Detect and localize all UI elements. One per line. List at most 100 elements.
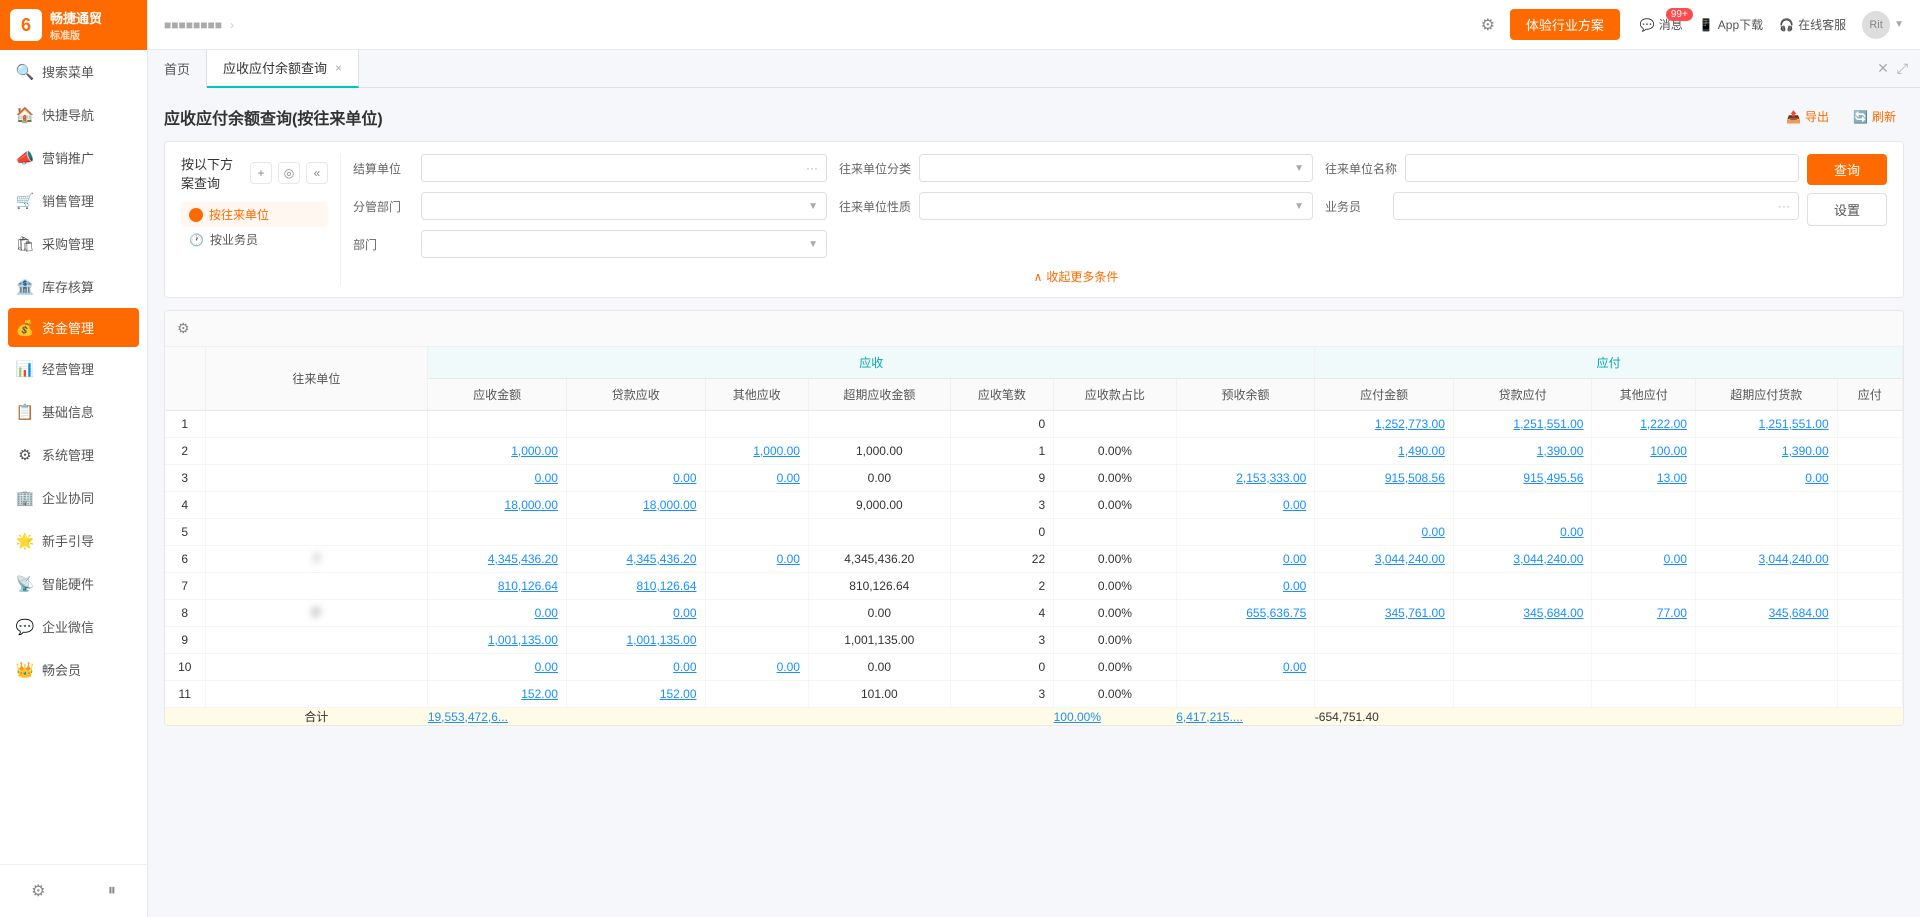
edit-scheme-btn[interactable]: ◎ [278,162,300,184]
table-cell[interactable]: 3 [950,681,1053,708]
messages-btn[interactable]: 💬 消息 99+ [1640,16,1683,33]
table-wrapper[interactable]: 往来单位 应收 应付 应收金额 贷款应收 其他应收 超期应收金额 应收笔数 应收… [165,347,1903,725]
category-input[interactable]: ▼ [919,154,1313,182]
table-cell[interactable]: 0.00 [1176,573,1315,600]
table-cell[interactable]: 13.00 [1592,465,1695,492]
table-cell[interactable]: 2 [950,573,1053,600]
filter-tab-by-unit[interactable]: 按往来单位 [181,202,328,227]
table-cell[interactable]: 152.00 [566,681,705,708]
prev-scheme-btn[interactable]: « [306,162,328,184]
table-cell[interactable]: 1,222.00 [1592,411,1695,438]
table-cell[interactable]: 1,001,135.00 [566,627,705,654]
unit-name-input[interactable] [1405,154,1799,182]
table-cell[interactable]: 0.00 [705,546,808,573]
query-button[interactable]: 查询 [1807,154,1887,185]
table-cell[interactable]: 3,044,240.00 [1453,546,1592,573]
sidebar-item-purchase[interactable]: 🛍 采购管理 [0,222,147,265]
add-scheme-btn[interactable]: + [250,162,272,184]
total-ar-amount[interactable]: 19,553,472,6... [428,708,567,726]
filter-tab-by-salesperson[interactable]: 🕐 按业务员 [181,227,328,252]
table-cell[interactable]: 0 [950,519,1053,546]
table-cell[interactable]: 0.00 [1315,519,1454,546]
table-cell[interactable]: 1,251,551.00 [1695,411,1837,438]
user-avatar-area[interactable]: Rit ▼ [1862,11,1904,39]
table-cell[interactable]: 4,345,436.20 [566,546,705,573]
table-cell[interactable]: 22 [950,546,1053,573]
table-cell[interactable]: 0.00 [1453,519,1592,546]
table-cell[interactable]: 0.00 [705,465,808,492]
table-cell[interactable]: 0.00 [566,465,705,492]
sidebar-item-enterprise[interactable]: 🏢 企业协同 [0,476,147,519]
nature-input[interactable]: ▼ [919,192,1313,220]
table-cell[interactable]: 0.00 [705,654,808,681]
sidebar-item-system[interactable]: ⚙ 系统管理 [0,433,147,476]
table-cell[interactable]: 77.00 [1592,600,1695,627]
table-cell[interactable]: 0.00 [428,465,567,492]
table-cell[interactable]: 0.00 [566,654,705,681]
sidebar-item-operation[interactable]: 📊 经营管理 [0,347,147,390]
table-cell[interactable]: 1,390.00 [1453,438,1592,465]
table-cell[interactable]: 0 [950,654,1053,681]
tab-close-icon[interactable]: × [335,61,342,75]
table-cell[interactable]: 345,684.00 [1695,600,1837,627]
total-ar-prepay[interactable]: 6,417,215.... [1176,708,1315,726]
tab-receivable[interactable]: 应收应付余额查询 × [207,50,359,88]
table-cell[interactable]: 0.00 [428,600,567,627]
sidebar-item-marketing[interactable]: 📣 营销推广 [0,136,147,179]
table-cell[interactable]: 152.00 [428,681,567,708]
table-cell[interactable]: 3 [950,492,1053,519]
table-cell[interactable]: 0.00 [1176,546,1315,573]
window-close-icon[interactable]: ✕ [1877,60,1889,77]
sidebar-item-member[interactable]: 👑 畅会员 [0,648,147,691]
table-cell[interactable]: 1,390.00 [1695,438,1837,465]
app-download-btn[interactable]: 📱 App下载 [1699,16,1763,33]
table-cell[interactable]: 810,126.64 [566,573,705,600]
table-settings-icon[interactable]: ⚙ [177,320,190,337]
table-cell[interactable]: 3,044,240.00 [1695,546,1837,573]
table-cell[interactable]: 3 [950,627,1053,654]
table-cell[interactable]: 915,508.56 [1315,465,1454,492]
table-cell[interactable]: 18,000.00 [428,492,567,519]
table-cell[interactable]: 0.00 [566,600,705,627]
table-cell[interactable]: 18,000.00 [566,492,705,519]
table-cell[interactable]: 345,684.00 [1453,600,1592,627]
table-cell[interactable]: 1,000.00 [705,438,808,465]
table-cell[interactable]: 1,001,135.00 [428,627,567,654]
settings-icon[interactable]: ⚙ [1474,11,1502,39]
table-cell[interactable]: 0.00 [1176,654,1315,681]
dept2-input[interactable]: ▼ [421,230,827,258]
online-service-btn[interactable]: 🎧 在线客服 [1779,16,1846,33]
table-cell[interactable]: 0.00 [1695,465,1837,492]
department-input[interactable]: ▼ [421,192,827,220]
sidebar-item-wechat[interactable]: 💬 企业微信 [0,605,147,648]
table-cell[interactable]: 1,490.00 [1315,438,1454,465]
cta-button[interactable]: 体验行业方案 [1510,9,1620,40]
table-cell[interactable]: 4,345,436.20 [428,546,567,573]
setting-button[interactable]: 设置 [1807,193,1887,226]
sidebar-item-search[interactable]: 🔍 搜索菜单 [0,50,147,93]
table-cell[interactable]: 1,251,551.00 [1453,411,1592,438]
table-cell[interactable]: 0.00 [1592,546,1695,573]
salesperson-input[interactable]: ··· [1393,192,1799,220]
sidebar-item-hardware[interactable]: 📡 智能硬件 [0,562,147,605]
table-cell[interactable]: 0 [950,411,1053,438]
collapse-btn[interactable]: ∧ 收起更多条件 [353,268,1799,285]
sidebar-item-quicknav[interactable]: 🏠 快捷导航 [0,93,147,136]
table-cell[interactable]: 0.00 [428,654,567,681]
table-cell[interactable]: 1 [950,438,1053,465]
sidebar-settings-btn[interactable]: ⚙ [25,875,51,907]
export-button[interactable]: 📤 导出 [1778,104,1837,129]
sidebar-item-sales[interactable]: 🛒 销售管理 [0,179,147,222]
sidebar-item-basic[interactable]: 📋 基础信息 [0,390,147,433]
table-cell[interactable]: 3,044,240.00 [1315,546,1454,573]
table-cell[interactable]: 4 [950,600,1053,627]
sidebar-item-finance[interactable]: 💰 资金管理 [8,308,139,347]
total-ap-amount[interactable]: -654,751.40 [1315,708,1454,726]
table-cell[interactable]: 2,153,333.00 [1176,465,1315,492]
sidebar-item-guide[interactable]: 🌟 新手引导 [0,519,147,562]
table-cell[interactable]: 655,636.75 [1176,600,1315,627]
sidebar-collapse-btn[interactable]: ⏸ [102,876,122,906]
settlement-input[interactable]: ··· [421,154,827,182]
table-cell[interactable]: 1,252,773.00 [1315,411,1454,438]
table-cell[interactable]: 915,495.56 [1453,465,1592,492]
